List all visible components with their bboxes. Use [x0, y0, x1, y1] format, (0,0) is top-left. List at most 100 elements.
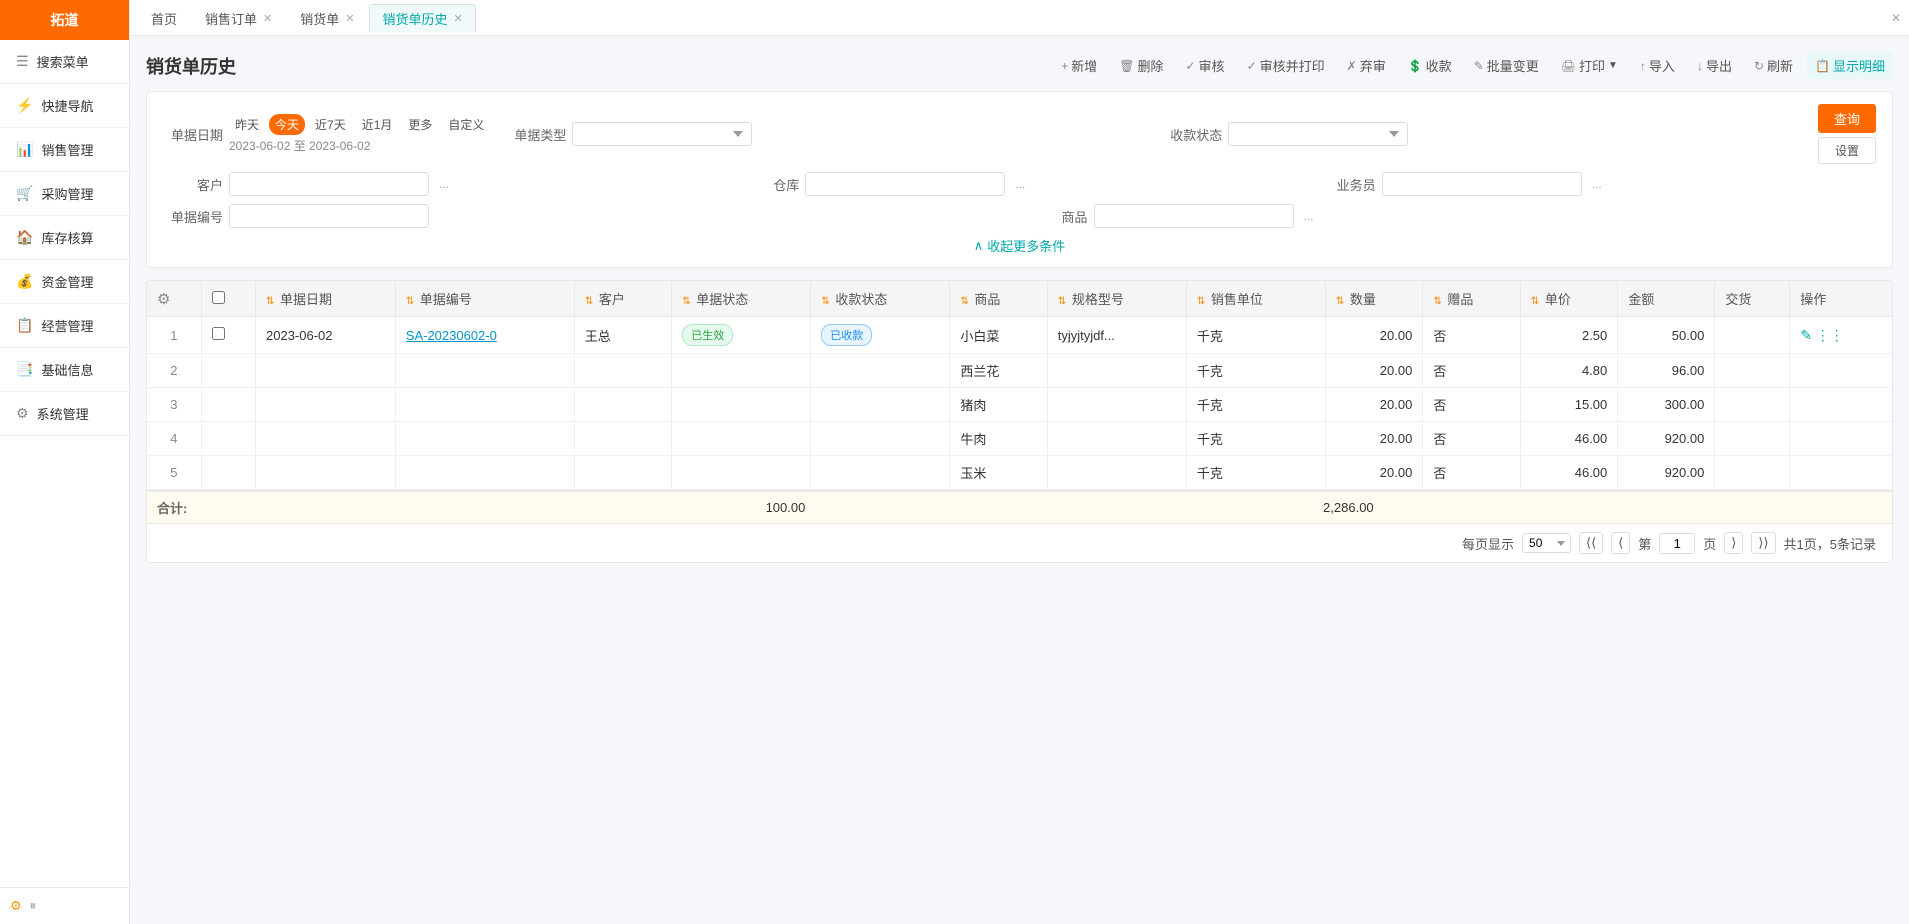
warehouse-input[interactable] [805, 172, 1005, 196]
col-goods[interactable]: ⇅ 商品 [950, 281, 1047, 317]
print-button[interactable]: 🖨 打印 ▼ [1553, 52, 1626, 79]
page-input[interactable] [1659, 533, 1695, 554]
customer-ellipsis[interactable]: ... [435, 175, 453, 193]
sidebar-item-search-menu[interactable]: ☰ 搜索菜单 [0, 40, 129, 84]
cell-number[interactable] [395, 456, 574, 490]
sidebar-item-finance-mgmt[interactable]: 💰 资金管理 [0, 260, 129, 304]
refresh-button[interactable]: ↻ 刷新 [1746, 52, 1801, 79]
tab-close-sales-goods[interactable]: ✕ [345, 12, 354, 25]
import-button[interactable]: ↑ 导入 [1632, 52, 1683, 79]
doc-number-link[interactable]: SA-20230602-0 [406, 328, 497, 343]
customer-input[interactable] [229, 172, 429, 196]
collapse-icon[interactable]: ⏸ [30, 898, 37, 914]
select-all-checkbox[interactable] [212, 291, 225, 304]
col-number[interactable]: ⇅ 单据编号 [395, 281, 574, 317]
detail-icon: 📋 [1815, 59, 1830, 73]
audit-button[interactable]: ✓ 审核 [1177, 52, 1232, 79]
more-action-icon[interactable]: ⋮⋮ [1816, 327, 1844, 343]
cell-checkbox [201, 317, 255, 354]
col-unit[interactable]: ⇅ 销售单位 [1186, 281, 1325, 317]
col-date[interactable]: ⇅ 单据日期 [256, 281, 396, 317]
doc-type-select[interactable] [572, 122, 752, 146]
collect-button[interactable]: 💲 收款 [1400, 52, 1460, 79]
show-detail-button[interactable]: 📋 显示明细 [1807, 52, 1893, 79]
prev-page-button[interactable]: ⟨ [1611, 532, 1630, 554]
cell-amount: 96.00 [1618, 354, 1715, 388]
tab-sales-goods[interactable]: 销货单 ✕ [287, 4, 367, 32]
yesterday-shortcut[interactable]: 昨天 [229, 114, 265, 135]
tabs-close-all[interactable]: ✕ [1891, 11, 1901, 25]
cell-payment-status [811, 422, 950, 456]
cell-quantity: 20.00 [1325, 354, 1422, 388]
cell-spec [1047, 456, 1186, 490]
next-page-button[interactable]: ⟩ [1724, 532, 1743, 554]
cell-number[interactable]: SA-20230602-0 [395, 317, 574, 354]
inventory-icon: 🏠 [16, 229, 33, 246]
filter-panel: 单据日期 昨天 今天 近7天 近1月 更多 自定义 2023-06-02 至 2… [146, 91, 1893, 268]
export-button[interactable]: ↓ 导出 [1689, 52, 1740, 79]
cell-number[interactable] [395, 388, 574, 422]
table-settings-icon[interactable]: ⚙ [157, 291, 170, 308]
cell-index: 5 [147, 456, 201, 490]
col-customer[interactable]: ⇅ 客户 [574, 281, 671, 317]
salesperson-input[interactable] [1382, 172, 1582, 196]
sidebar-item-inventory[interactable]: 🏠 库存核算 [0, 216, 129, 260]
goods-ellipsis[interactable]: ... [1300, 207, 1318, 225]
sidebar-item-purchase-mgmt[interactable]: 🛒 采购管理 [0, 172, 129, 216]
delete-button[interactable]: 🗑 删除 [1111, 52, 1171, 79]
audit-icon: ✓ [1185, 59, 1195, 73]
custom-shortcut[interactable]: 自定义 [442, 114, 490, 135]
warehouse-ellipsis[interactable]: ... [1011, 175, 1029, 193]
purchase-icon: 🛒 [16, 185, 33, 202]
edit-action-icon[interactable]: ✎ [1800, 327, 1812, 343]
tab-sales-order[interactable]: 销售订单 ✕ [192, 4, 285, 32]
sidebar-item-system-mgmt[interactable]: ⚙ 系统管理 [0, 392, 129, 436]
7days-shortcut[interactable]: 近7天 [309, 114, 352, 135]
settings-icon[interactable]: ⚙ [10, 898, 22, 914]
settings-button[interactable]: 设置 [1818, 137, 1876, 164]
total-amount: 2,286.00 [1294, 500, 1394, 515]
col-payment-status[interactable]: ⇅ 收款状态 [811, 281, 950, 317]
last-page-button[interactable]: ⟩⟩ [1751, 532, 1775, 554]
sidebar-item-operation-mgmt[interactable]: 📋 经营管理 [0, 304, 129, 348]
payment-status-select[interactable] [1228, 122, 1408, 146]
1month-shortcut[interactable]: 近1月 [356, 114, 399, 135]
batch-change-button[interactable]: ✎ 批量变更 [1466, 52, 1547, 79]
sidebar-item-quick-nav[interactable]: ⚡ 快捷导航 [0, 84, 129, 128]
tab-close-sales-order[interactable]: ✕ [263, 12, 272, 25]
first-page-button[interactable]: ⟨⟨ [1579, 532, 1603, 554]
col-price[interactable]: ⇅ 单价 [1520, 281, 1617, 317]
sidebar-item-base-info[interactable]: 📑 基础信息 [0, 348, 129, 392]
audit-print-button[interactable]: ✓ 审核并打印 [1239, 52, 1333, 79]
abandon-button[interactable]: ✗ 弃审 [1339, 52, 1394, 79]
col-spec[interactable]: ⇅ 规格型号 [1047, 281, 1186, 317]
col-gift[interactable]: ⇅ 赠品 [1423, 281, 1520, 317]
col-settings[interactable]: ⚙ [147, 281, 201, 317]
query-button[interactable]: 查询 [1818, 104, 1876, 133]
doc-number-input[interactable] [229, 204, 429, 228]
sidebar-item-sales-mgmt[interactable]: 📊 销售管理 [0, 128, 129, 172]
row-checkbox[interactable] [212, 327, 225, 340]
tab-home[interactable]: 首页 [138, 4, 190, 32]
sidebar-item-label: 搜索菜单 [37, 52, 89, 71]
salesperson-ellipsis[interactable]: ... [1588, 175, 1606, 193]
cell-action: ✎ ⋮⋮ [1790, 317, 1892, 354]
cell-customer [574, 388, 671, 422]
col-quantity[interactable]: ⇅ 数量 [1325, 281, 1422, 317]
cell-number[interactable] [395, 354, 574, 388]
today-shortcut[interactable]: 今天 [269, 114, 305, 135]
sidebar-item-label: 系统管理 [37, 404, 89, 423]
collapse-button[interactable]: ∧ 收起更多条件 [163, 236, 1876, 255]
tab-close-sales-history[interactable]: ✕ [454, 12, 463, 25]
cell-number[interactable] [395, 422, 574, 456]
cell-doc-status: 已生效 [672, 317, 811, 354]
col-doc-status[interactable]: ⇅ 单据状态 [672, 281, 811, 317]
page-size-select[interactable]: 50 20 100 200 [1522, 533, 1571, 553]
cell-index: 2 [147, 354, 201, 388]
summary-cells: 100.00 2,286.00 [237, 500, 1882, 515]
warehouse-label: 仓库 [739, 175, 799, 194]
more-shortcut[interactable]: 更多 [402, 114, 438, 135]
new-button[interactable]: + 新增 [1053, 52, 1105, 79]
tab-sales-history[interactable]: 销货单历史 ✕ [369, 4, 475, 32]
goods-input[interactable] [1094, 204, 1294, 228]
